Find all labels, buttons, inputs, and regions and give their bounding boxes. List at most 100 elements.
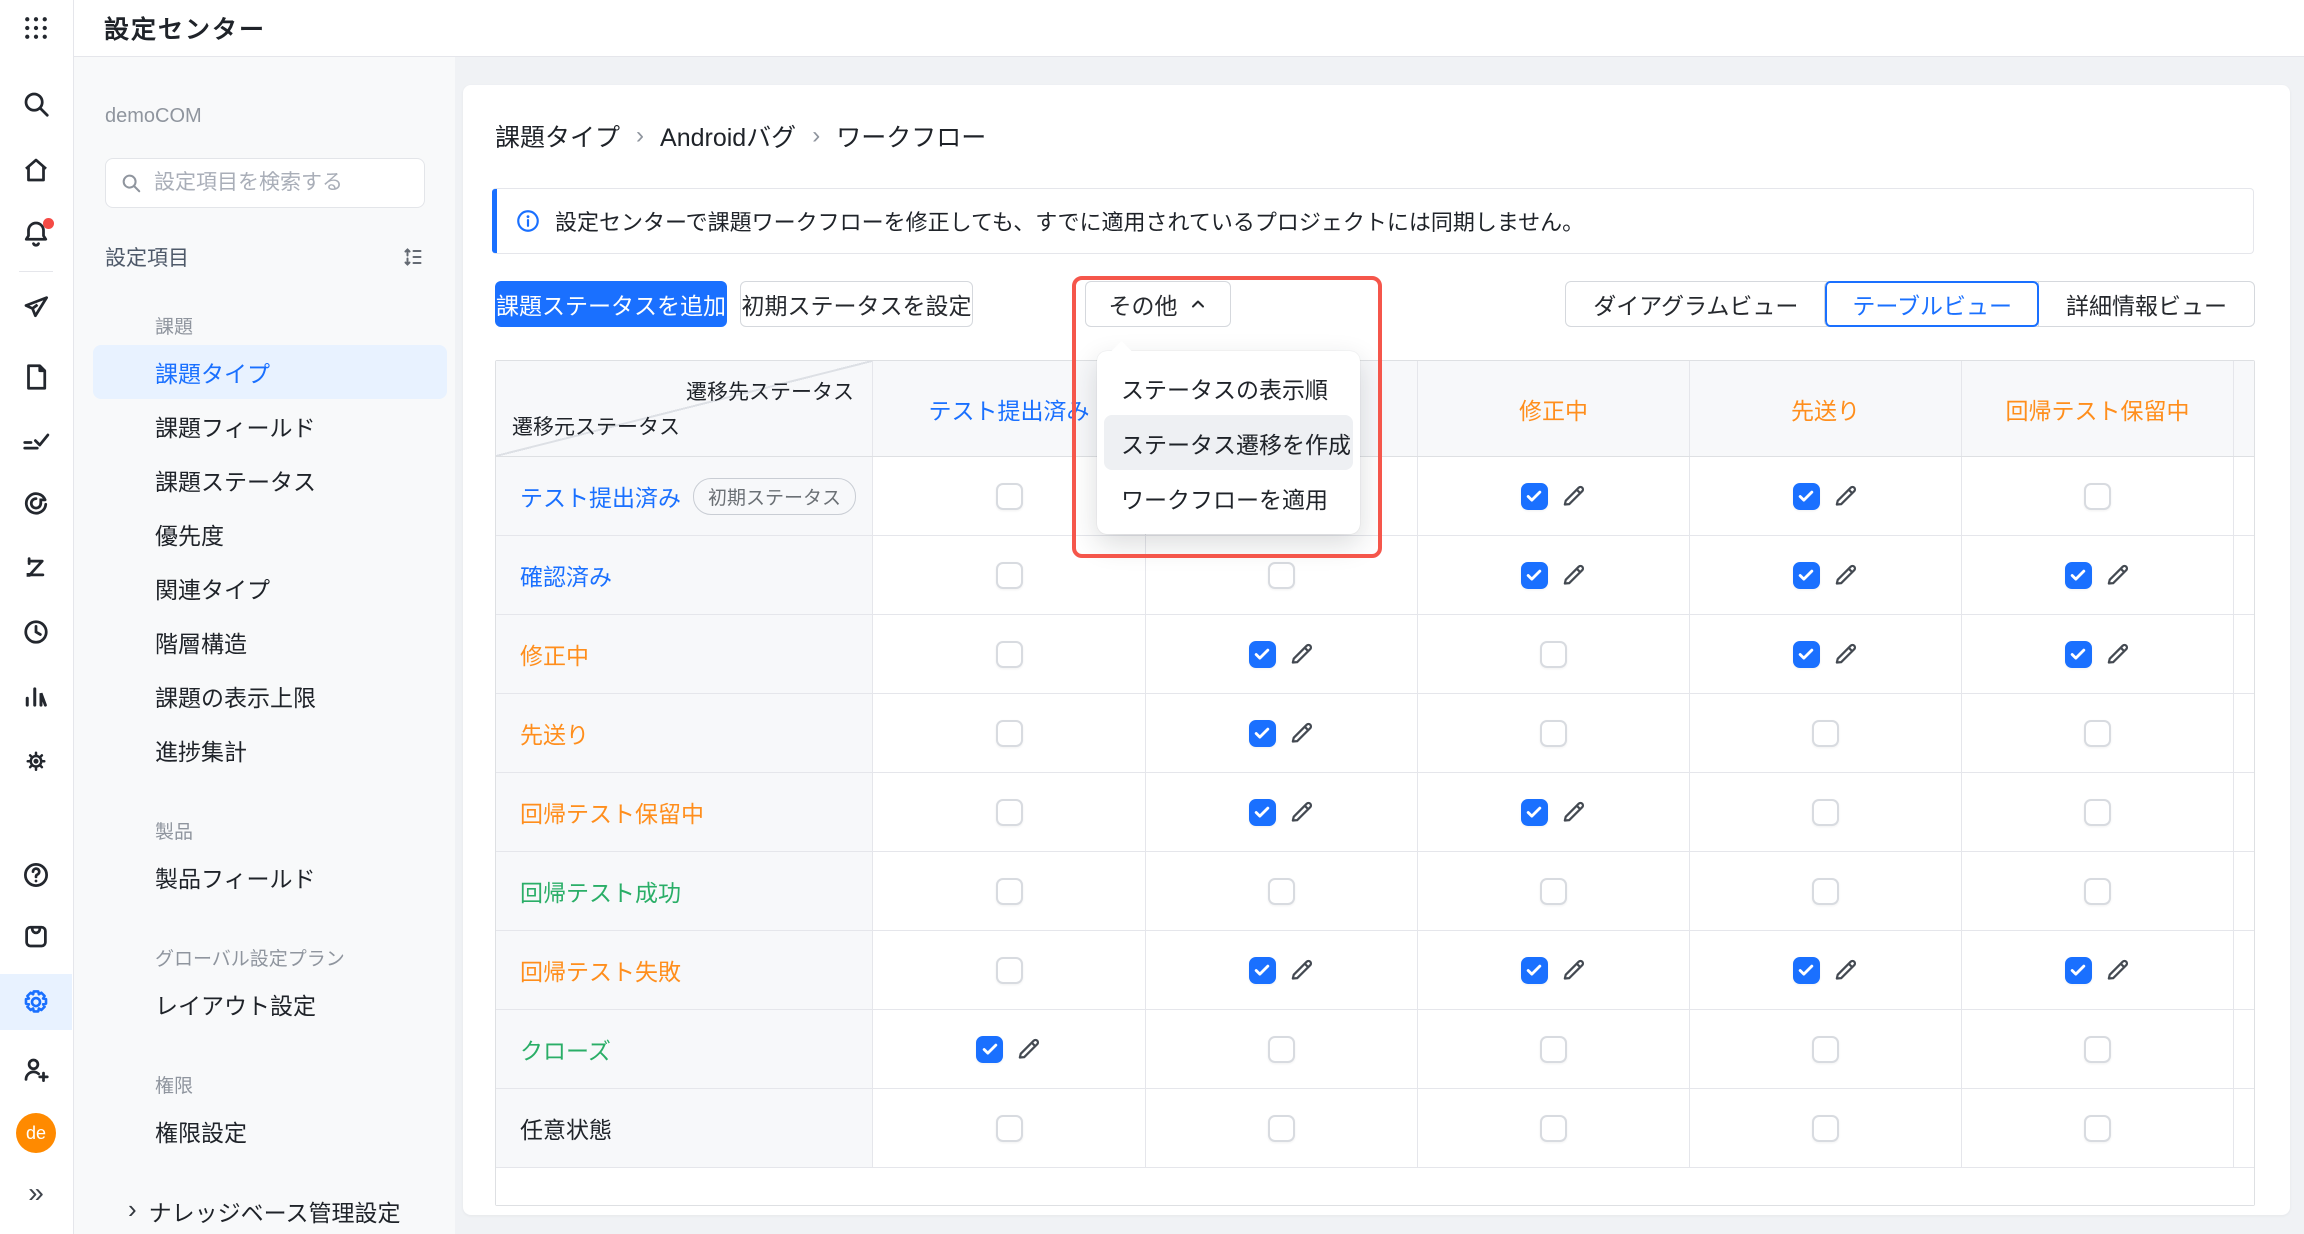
- checkbox-checked[interactable]: [1248, 798, 1276, 826]
- workflow-zigzag-icon[interactable]: [21, 553, 51, 583]
- checkbox-unchecked[interactable]: [995, 798, 1023, 826]
- menu-item[interactable]: ステータス遷移を作成: [1104, 415, 1353, 470]
- more-button[interactable]: その他: [1085, 281, 1231, 327]
- sidebar-item[interactable]: 優先度: [93, 507, 447, 561]
- edit-pencil-icon[interactable]: [2103, 640, 2131, 668]
- column-header[interactable]: 先送り: [1689, 361, 1961, 456]
- sidebar-item[interactable]: 関連タイプ: [93, 561, 447, 615]
- checkbox-unchecked[interactable]: [2084, 719, 2111, 747]
- edit-pencil-icon[interactable]: [2103, 561, 2131, 589]
- edit-pencil-icon[interactable]: [1559, 956, 1587, 984]
- row-status-label[interactable]: 先送り: [520, 716, 589, 750]
- row-status-label[interactable]: クローズ: [520, 1032, 611, 1066]
- view-tab[interactable]: 詳細情報ビュー: [2038, 282, 2254, 326]
- edit-pencil-icon[interactable]: [1559, 561, 1587, 589]
- checkbox-unchecked[interactable]: [1268, 1035, 1295, 1063]
- checkbox-unchecked[interactable]: [995, 640, 1023, 668]
- checkbox-unchecked[interactable]: [1812, 1114, 1839, 1142]
- search-icon[interactable]: [21, 89, 51, 119]
- view-tab[interactable]: テーブルビュー: [1824, 281, 2039, 327]
- menu-item[interactable]: ワークフローを適用: [1104, 470, 1353, 525]
- automation-gear-icon[interactable]: [21, 745, 51, 775]
- sidebar-expandable-item[interactable]: ナレッジベース管理設定: [73, 1184, 455, 1234]
- file-export-icon[interactable]: [21, 362, 51, 392]
- sidebar-item[interactable]: 権限設定: [93, 1104, 447, 1158]
- bar-chart-icon[interactable]: [21, 682, 51, 712]
- edit-pencil-icon[interactable]: [1287, 798, 1315, 826]
- send-plane-icon[interactable]: [21, 292, 51, 322]
- edit-pencil-icon[interactable]: [1831, 640, 1859, 668]
- checkbox-unchecked[interactable]: [1812, 798, 1839, 826]
- edit-pencil-icon[interactable]: [1287, 640, 1315, 668]
- menu-item[interactable]: ステータスの表示順: [1104, 360, 1353, 415]
- checkbox-unchecked[interactable]: [2084, 1035, 2111, 1063]
- checkbox-unchecked[interactable]: [1540, 719, 1567, 747]
- column-header[interactable]: 回帰テスト保留中: [1961, 361, 2233, 456]
- checkbox-checked[interactable]: [1520, 561, 1548, 589]
- checkbox-unchecked[interactable]: [995, 561, 1023, 589]
- checkbox-checked[interactable]: [1792, 561, 1820, 589]
- edit-pencil-icon[interactable]: [1014, 1035, 1042, 1063]
- checkbox-unchecked[interactable]: [995, 482, 1023, 510]
- sidebar-item[interactable]: 階層構造: [93, 615, 447, 669]
- checkbox-unchecked[interactable]: [1812, 1035, 1839, 1063]
- checkbox-checked[interactable]: [1248, 719, 1276, 747]
- target-icon[interactable]: [21, 488, 51, 518]
- checkbox-checked[interactable]: [1520, 956, 1548, 984]
- collapse-sidebar-icon[interactable]: [28, 1179, 44, 1207]
- edit-pencil-icon[interactable]: [1831, 482, 1859, 510]
- checkbox-unchecked[interactable]: [2084, 877, 2111, 905]
- sidebar-item[interactable]: レイアウト設定: [93, 977, 447, 1031]
- checkbox-unchecked[interactable]: [1268, 877, 1295, 905]
- task-checklist-icon[interactable]: [21, 425, 51, 455]
- checkbox-unchecked[interactable]: [995, 877, 1023, 905]
- checkbox-unchecked[interactable]: [1540, 1035, 1567, 1063]
- checkbox-checked[interactable]: [2064, 561, 2092, 589]
- checkbox-checked[interactable]: [1792, 956, 1820, 984]
- clock-icon[interactable]: [21, 617, 51, 647]
- set-initial-status-button[interactable]: 初期ステータスを設定: [740, 281, 973, 327]
- checkbox-unchecked[interactable]: [1268, 1114, 1295, 1142]
- checkbox-unchecked[interactable]: [1540, 640, 1567, 668]
- breadcrumb-item[interactable]: Androidバグ: [660, 118, 796, 154]
- checkbox-checked[interactable]: [1520, 798, 1548, 826]
- edit-pencil-icon[interactable]: [1287, 956, 1315, 984]
- checkbox-unchecked[interactable]: [1540, 877, 1567, 905]
- view-tab[interactable]: ダイアグラムビュー: [1566, 282, 1825, 326]
- edit-pencil-icon[interactable]: [1831, 561, 1859, 589]
- checkbox-unchecked[interactable]: [2084, 798, 2111, 826]
- checkbox-checked[interactable]: [1248, 956, 1276, 984]
- checkbox-checked[interactable]: [976, 1035, 1003, 1063]
- checkbox-checked[interactable]: [1792, 640, 1820, 668]
- checkbox-unchecked[interactable]: [995, 719, 1023, 747]
- edit-pencil-icon[interactable]: [1831, 956, 1859, 984]
- edit-pencil-icon[interactable]: [1287, 719, 1315, 747]
- row-status-label[interactable]: 回帰テスト失敗: [520, 953, 681, 987]
- row-status-label[interactable]: 回帰テスト成功: [520, 874, 681, 908]
- edit-pencil-icon[interactable]: [1559, 798, 1587, 826]
- checkbox-checked[interactable]: [1792, 482, 1820, 510]
- add-status-button[interactable]: 課題ステータスを追加: [495, 281, 727, 327]
- checkbox-unchecked[interactable]: [2084, 482, 2111, 510]
- checkbox-checked[interactable]: [2064, 956, 2092, 984]
- checkbox-checked[interactable]: [1520, 482, 1548, 510]
- row-status-label[interactable]: 回帰テスト保留中: [520, 795, 704, 829]
- breadcrumb-item[interactable]: 課題タイプ: [495, 118, 620, 154]
- column-header[interactable]: 修正中: [1417, 361, 1689, 456]
- row-status-label[interactable]: 修正中: [520, 637, 589, 671]
- edit-pencil-icon[interactable]: [2103, 956, 2131, 984]
- search-input[interactable]: [152, 170, 410, 196]
- sort-list-icon[interactable]: [401, 245, 425, 269]
- checkbox-unchecked[interactable]: [1540, 1114, 1567, 1142]
- sidebar-item[interactable]: 製品フィールド: [93, 850, 447, 904]
- sidebar-item[interactable]: 課題の表示上限: [93, 669, 447, 723]
- checkbox-checked[interactable]: [1248, 640, 1276, 668]
- row-status-label[interactable]: 任意状態: [520, 1111, 612, 1145]
- add-member-icon[interactable]: [21, 1055, 51, 1085]
- checkbox-unchecked[interactable]: [995, 1114, 1023, 1142]
- checkbox-unchecked[interactable]: [995, 956, 1023, 984]
- checkbox-unchecked[interactable]: [1812, 877, 1839, 905]
- row-status-label[interactable]: 確認済み: [520, 558, 612, 592]
- checkbox-unchecked[interactable]: [1812, 719, 1839, 747]
- checkbox-unchecked[interactable]: [1268, 561, 1295, 589]
